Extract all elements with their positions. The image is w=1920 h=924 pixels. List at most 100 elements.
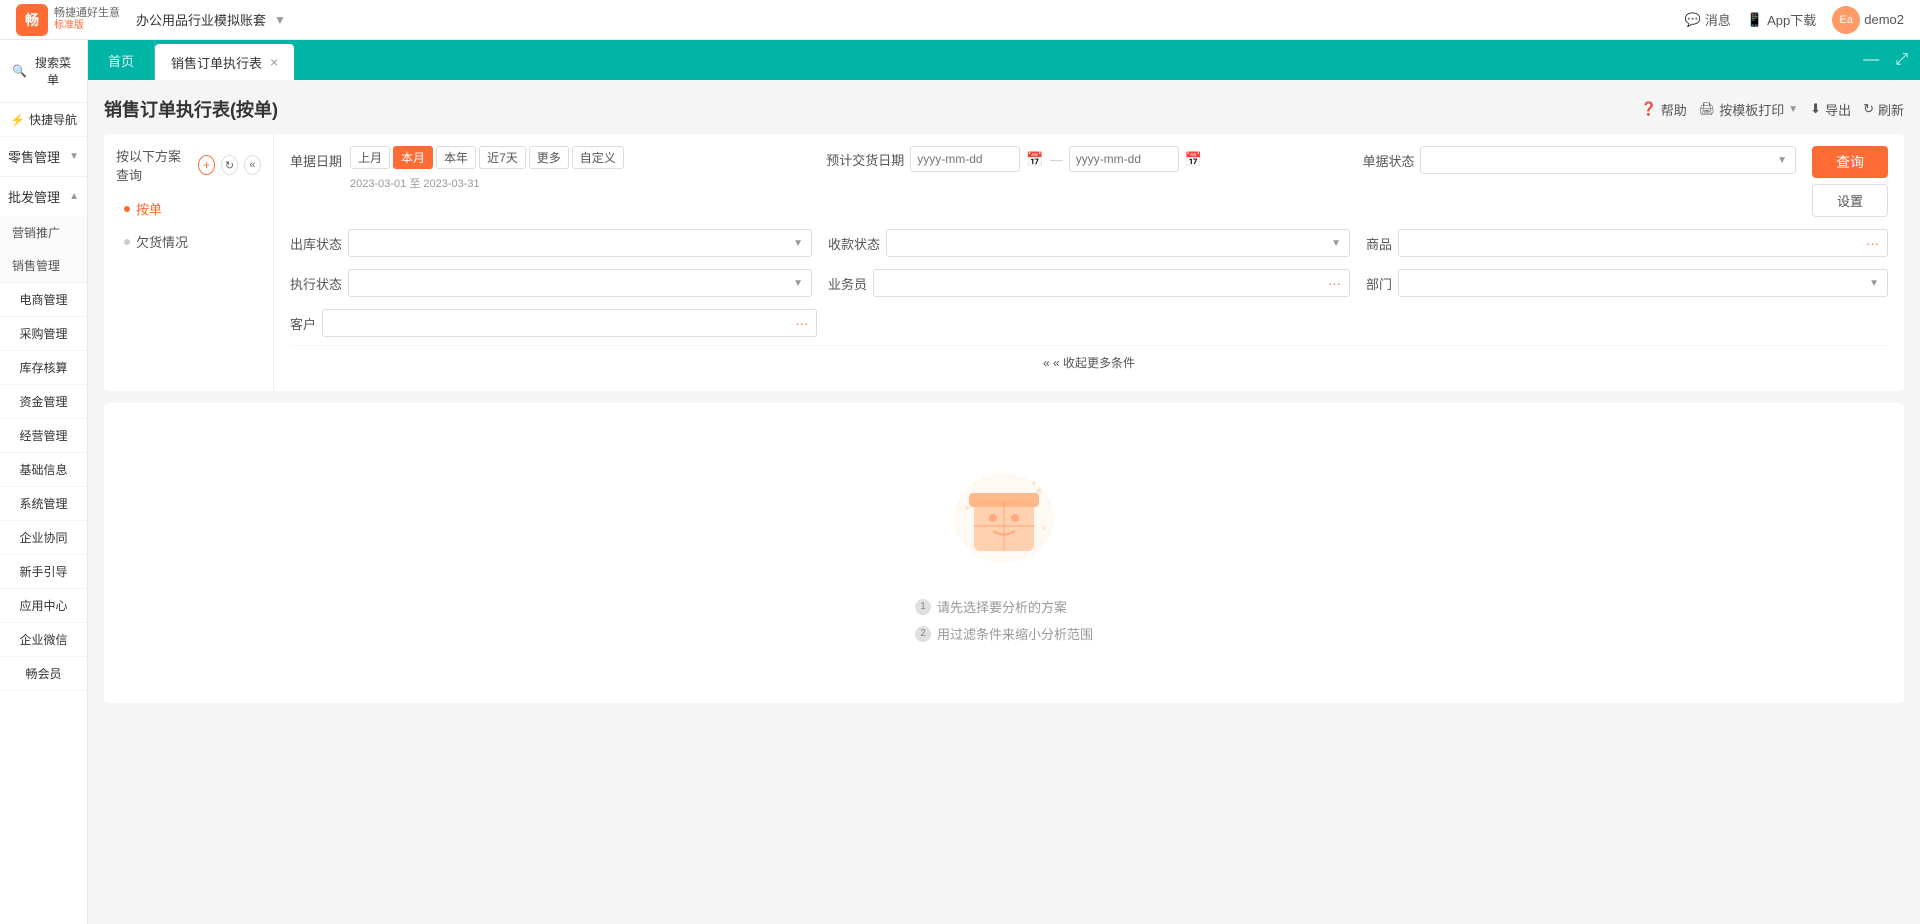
sidebar: 🔍 搜索菜单 ⚡ 快捷导航 零售管理 ▼ 批发管理 ▲ 营销推广 销售管理 <box>0 40 88 924</box>
refresh-plan-button[interactable]: ↻ <box>221 155 238 175</box>
logo-icon: 畅 <box>16 4 48 36</box>
filter-plan-item-shortage[interactable]: 欠货情况 <box>116 225 261 258</box>
ship-status-select[interactable]: ▼ <box>348 229 812 257</box>
empty-state-illustration <box>949 463 1059 573</box>
help-button[interactable]: ❓ 帮助 <box>1641 100 1687 119</box>
refresh-button[interactable]: ↻ 刷新 <box>1863 100 1904 119</box>
filter-row-1: 单据日期 上月 本月 本年 近7天 更多 自定义 <box>290 146 1888 217</box>
department-select[interactable]: ▼ <box>1398 269 1888 297</box>
sidebar-item-inventory[interactable]: 库存核算 <box>0 351 87 385</box>
content-area: 首页 销售订单执行表 × — ⤢ 销售订单执行表(按单) ❓ 帮助 <box>88 40 1920 924</box>
page-title: 销售订单执行表(按单) <box>104 96 278 122</box>
chevron-down-icon: ▼ <box>1331 238 1341 249</box>
sidebar-item-newbie[interactable]: 新手引导 <box>0 555 87 589</box>
export-icon: ⬇ <box>1810 101 1821 117</box>
chevron-down-icon: ▼ <box>1869 278 1879 289</box>
main-layout: 🔍 搜索菜单 ⚡ 快捷导航 零售管理 ▼ 批发管理 ▲ 营销推广 销售管理 <box>0 40 1920 924</box>
date-tab-last-month[interactable]: 上月 <box>350 146 390 169</box>
refresh-icon: ↻ <box>1863 101 1874 117</box>
tab-close-icon[interactable]: × <box>270 54 278 70</box>
chevron-up-icon: ▲ <box>69 191 79 202</box>
collapse-panel-button[interactable]: « <box>244 155 261 175</box>
sidebar-item-enterprise[interactable]: 企业协同 <box>0 521 87 555</box>
collect-status-group: 收款状态 ▼ <box>828 229 1350 257</box>
cal-icon-end[interactable]: 📅 <box>1185 151 1202 168</box>
print-dropdown-icon[interactable]: ▼ <box>1788 104 1798 115</box>
tab-maximize-button[interactable]: ⤢ <box>1891 47 1912 73</box>
date-tab-custom[interactable]: 自定义 <box>572 146 624 169</box>
quick-nav-icon: ⚡ <box>10 113 25 127</box>
settings-button[interactable]: 设置 <box>1812 184 1888 217</box>
app-download-icon: 📱 <box>1747 12 1763 28</box>
sidebar-item-purchase[interactable]: 采购管理 <box>0 317 87 351</box>
sidebar-item-system[interactable]: 系统管理 <box>0 487 87 521</box>
date-tab-more[interactable]: 更多 <box>529 146 569 169</box>
print-button[interactable]: 🖨 按模板打印 ▼ <box>1699 100 1798 119</box>
cal-icon-start[interactable]: 📅 <box>1026 151 1043 168</box>
date-tab-last-7-days[interactable]: 近7天 <box>479 146 526 169</box>
tab-home[interactable]: 首页 <box>88 40 155 80</box>
sidebar-item-wholesale[interactable]: 批发管理 ▲ <box>0 177 87 216</box>
page-header: 销售订单执行表(按单) ❓ 帮助 🖨 按模板打印 ▼ ⬇ 导出 <box>104 96 1904 122</box>
sidebar-item-member[interactable]: 畅会员 <box>0 657 87 691</box>
sidebar-item-operations[interactable]: 经营管理 <box>0 419 87 453</box>
sidebar-item-wechat[interactable]: 企业微信 <box>0 623 87 657</box>
date-tab-current-year[interactable]: 本年 <box>436 146 476 169</box>
query-button[interactable]: 查询 <box>1812 146 1888 178</box>
exec-status-label: 执行状态 <box>290 274 342 293</box>
sidebar-item-retail[interactable]: 零售管理 ▼ <box>0 137 87 176</box>
date-tab-current-month[interactable]: 本月 <box>393 146 433 169</box>
collect-status-select[interactable]: ▼ <box>886 229 1350 257</box>
empty-state: 1 请先选择要分析的方案 2 用过滤条件来缩小分析范围 <box>104 403 1904 703</box>
system-title-dropdown[interactable]: ▼ <box>274 13 286 27</box>
salesperson-select[interactable]: ··· <box>873 269 1350 297</box>
more-icon-product[interactable]: ··· <box>1866 236 1879 251</box>
chevron-down-icon: ▼ <box>793 238 803 249</box>
salesperson-group: 业务员 ··· <box>828 269 1350 297</box>
tab-minimize-button[interactable]: — <box>1859 47 1883 73</box>
expected-date-start-input[interactable] <box>910 146 1020 172</box>
sidebar-section-wholesale: 批发管理 ▲ 营销推广 销售管理 <box>0 177 87 283</box>
search-menu-button[interactable]: 🔍 搜索菜单 <box>8 48 79 94</box>
more-icon-salesperson[interactable]: ··· <box>1328 276 1341 291</box>
order-status-label: 单据状态 <box>1362 151 1414 170</box>
chevron-down-icon: ▼ <box>1777 155 1787 166</box>
sidebar-item-basic[interactable]: 基础信息 <box>0 453 87 487</box>
expected-date-group: 预计交货日期 📅 — 📅 <box>826 146 1346 172</box>
plan-badge-inactive <box>124 239 130 245</box>
expected-date-label: 预计交货日期 <box>826 150 904 169</box>
top-bar-left: 畅 畅捷通好生意 标准版 办公用品行业模拟账套 ▼ <box>16 4 286 36</box>
exec-status-select[interactable]: ▼ <box>348 269 812 297</box>
ship-status-label: 出库状态 <box>290 234 342 253</box>
logo-text: 畅 <box>25 10 39 30</box>
collapse-filters-button[interactable]: « « 收起更多条件 <box>290 345 1888 379</box>
more-icon-customer[interactable]: ··· <box>795 316 808 331</box>
product-select[interactable]: ··· <box>1398 229 1888 257</box>
expected-date-end-input[interactable] <box>1069 146 1179 172</box>
export-button[interactable]: ⬇ 导出 <box>1810 100 1851 119</box>
top-bar: 畅 畅捷通好生意 标准版 办公用品行业模拟账套 ▼ 💬 消息 📱 App下载 E… <box>0 0 1920 40</box>
order-status-select[interactable]: ▼ <box>1420 146 1796 174</box>
help-icon: ❓ <box>1641 101 1657 117</box>
sidebar-sub-item-sales[interactable]: 销售管理 <box>0 249 87 282</box>
customer-select[interactable]: ··· <box>322 309 817 337</box>
avatar: Ea <box>1832 6 1860 34</box>
order-status-group: 单据状态 ▼ <box>1362 146 1796 174</box>
plan-badge-active <box>124 206 130 212</box>
tab-active-sales-order[interactable]: 销售订单执行表 × <box>155 44 294 80</box>
user-profile[interactable]: Ea demo2 <box>1832 6 1904 34</box>
sidebar-sub-item-marketing[interactable]: 营销推广 <box>0 216 87 249</box>
system-title: 办公用品行业模拟账套 <box>136 10 266 29</box>
sidebar-item-finance[interactable]: 资金管理 <box>0 385 87 419</box>
add-plan-button[interactable]: + <box>198 155 215 175</box>
tab-bar-actions: — ⤢ <box>1859 40 1920 80</box>
tab-bar: 首页 销售订单执行表 × — ⤢ <box>88 40 1920 80</box>
filter-row-3: 执行状态 ▼ 业务员 ··· <box>290 269 1888 297</box>
app-download-button[interactable]: 📱 App下载 <box>1747 10 1816 29</box>
sidebar-item-appstore[interactable]: 应用中心 <box>0 589 87 623</box>
collapse-icon: « <box>1043 356 1050 370</box>
sidebar-item-quick-nav[interactable]: ⚡ 快捷导航 <box>0 103 87 137</box>
message-button[interactable]: 💬 消息 <box>1685 10 1731 29</box>
filter-plan-item-by-order[interactable]: 按单 <box>116 192 261 225</box>
sidebar-item-ecommerce[interactable]: 电商管理 <box>0 283 87 317</box>
